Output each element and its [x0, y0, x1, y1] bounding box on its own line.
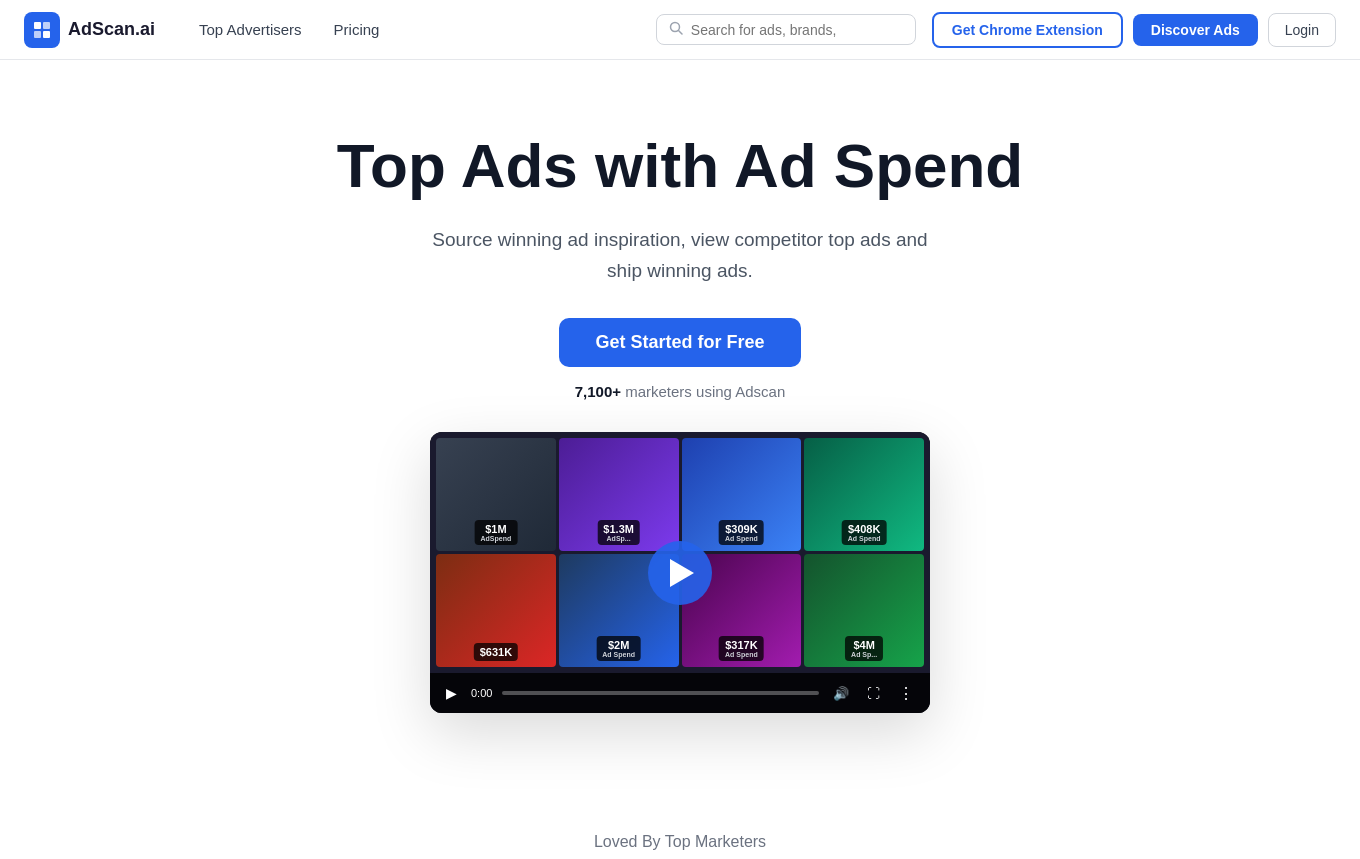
navbar-links: Top Advertisers Pricing [187, 15, 656, 44]
logo-link[interactable]: AdScan.ai [24, 12, 155, 48]
ad-card: $1.3MAdSp... [559, 438, 679, 551]
logos-section: Loved By Top Marketers PhotoRoom Kilo.He… [0, 813, 1360, 859]
search-bar [656, 14, 916, 45]
svg-line-5 [678, 31, 682, 35]
ad-card: $631K [436, 554, 556, 667]
video-time: 0:00 [471, 687, 492, 699]
get-started-button[interactable]: Get Started for Free [559, 318, 800, 367]
volume-button[interactable]: 🔊 [829, 684, 853, 703]
ad-card: $408KAd Spend [804, 438, 924, 551]
logos-title: Loved By Top Marketers [24, 833, 1336, 851]
search-input[interactable] [691, 22, 903, 38]
discover-ads-button[interactable]: Discover Ads [1133, 14, 1258, 46]
ad-card: $4MAd Sp... [804, 554, 924, 667]
get-chrome-extension-button[interactable]: Get Chrome Extension [932, 12, 1123, 48]
more-options-button[interactable]: ⋮ [894, 682, 918, 705]
svg-rect-3 [43, 31, 50, 38]
ad-card: $1MAdSpend [436, 438, 556, 551]
video-controls: ▶ 0:00 🔊 ⛶ ⋮ [430, 673, 930, 713]
play-button[interactable] [648, 541, 712, 605]
play-pause-button[interactable]: ▶ [442, 683, 461, 703]
navbar-actions: Get Chrome Extension Discover Ads Login [932, 12, 1336, 48]
play-icon [670, 559, 694, 587]
fullscreen-button[interactable]: ⛶ [863, 684, 884, 703]
social-proof-text: marketers using Adscan [625, 383, 785, 400]
hero-subtitle: Source winning ad inspiration, view comp… [420, 225, 940, 286]
progress-bar[interactable] [502, 691, 819, 695]
login-button[interactable]: Login [1268, 13, 1336, 47]
nav-pricing[interactable]: Pricing [322, 15, 392, 44]
hero-section: Top Ads with Ad Spend Source winning ad … [0, 60, 1360, 813]
social-proof: 7,100+ marketers using Adscan [24, 383, 1336, 400]
nav-top-advertisers[interactable]: Top Advertisers [187, 15, 314, 44]
social-proof-count: 7,100+ [575, 383, 621, 400]
svg-rect-0 [34, 22, 41, 29]
search-icon [669, 21, 683, 38]
svg-rect-2 [34, 31, 41, 38]
navbar: AdScan.ai Top Advertisers Pricing Get Ch… [0, 0, 1360, 60]
hero-title: Top Ads with Ad Spend [330, 130, 1030, 201]
logo-text: AdScan.ai [68, 19, 155, 40]
svg-rect-1 [43, 22, 50, 29]
logo-icon [24, 12, 60, 48]
ad-card: $309KAd Spend [682, 438, 802, 551]
video-player: $1MAdSpend $1.3MAdSp... $309KAd Spend $4… [430, 432, 930, 713]
video-background: $1MAdSpend $1.3MAdSp... $309KAd Spend $4… [430, 432, 930, 713]
